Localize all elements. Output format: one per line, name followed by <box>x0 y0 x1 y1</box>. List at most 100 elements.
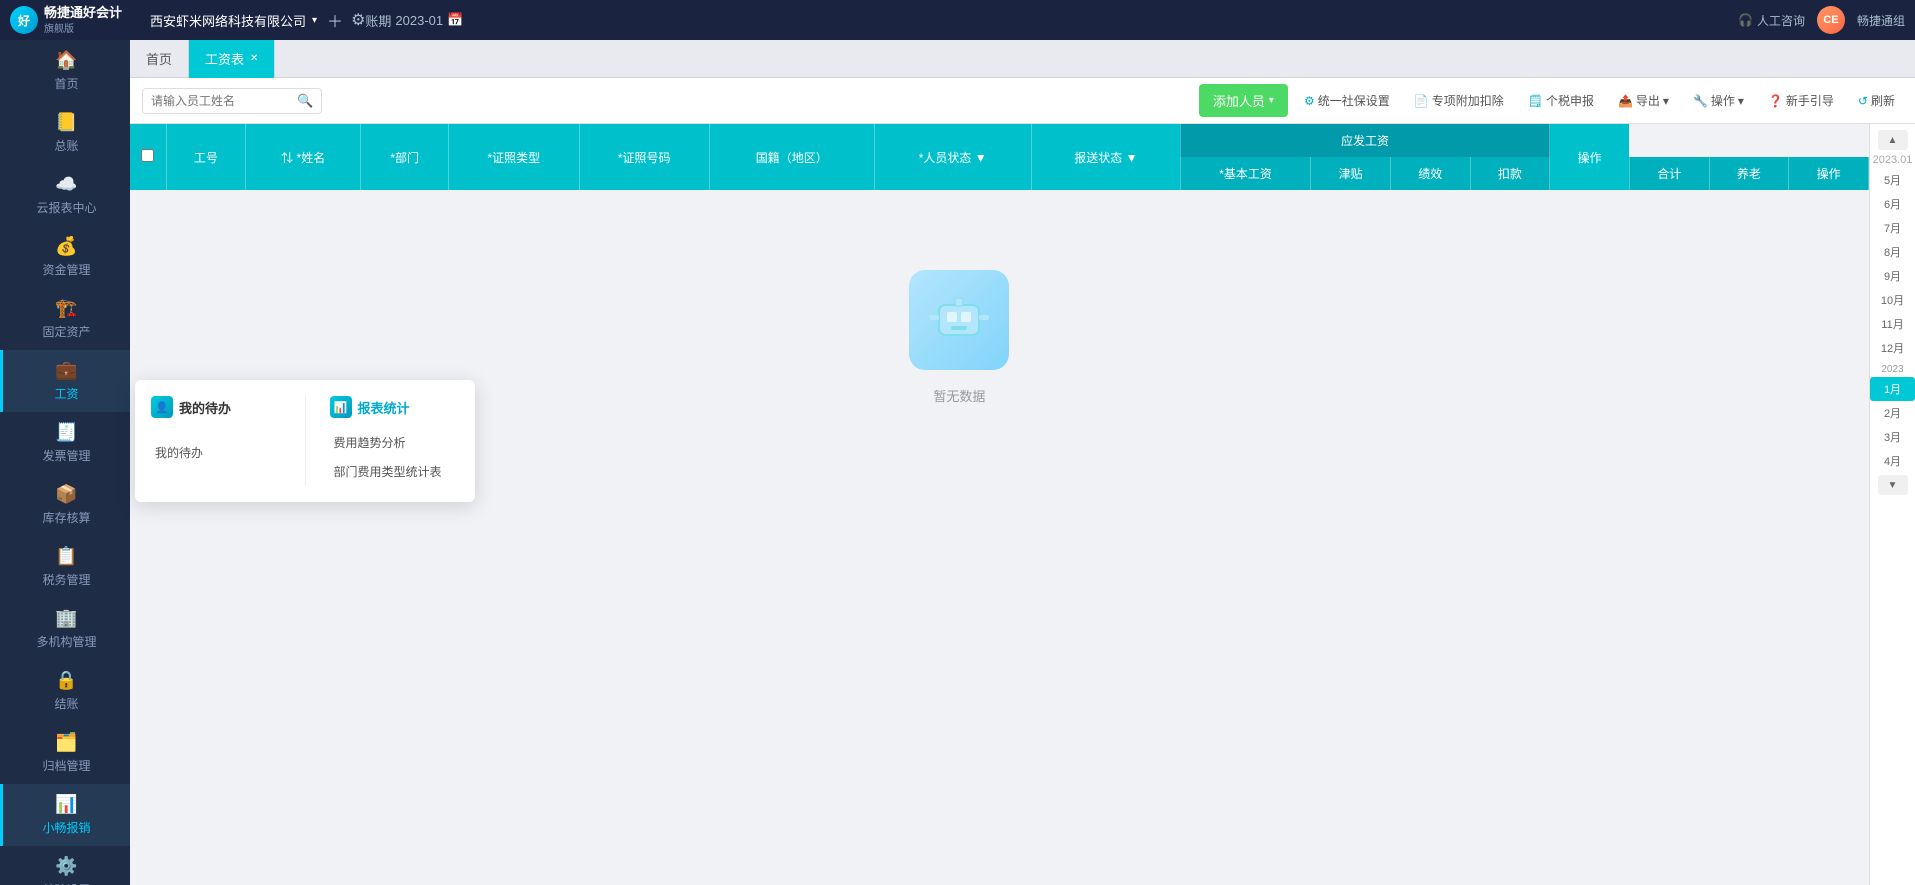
popup-menu: 👤 我的待办 我的待办 📊 报表统计 费用趋势分析 部门费用类型统计表 <box>135 380 475 502</box>
ledger-icon: 📒 <box>55 112 77 133</box>
todo-title: 我的待办 <box>179 398 231 417</box>
sidebar-item-closing[interactable]: 🔒 结账 <box>0 660 130 722</box>
empty-robot-svg <box>929 290 989 350</box>
col-performance: 绩效 <box>1390 157 1470 190</box>
reports-icon: 📊 <box>330 396 352 418</box>
sidebar-item-basic[interactable]: ⚙️ 基础设置 <box>0 846 130 885</box>
sidebar-item-salary[interactable]: 💼 工资 <box>0 350 130 412</box>
user-avatar: CE <box>1817 6 1845 34</box>
month-12[interactable]: 12月 <box>1870 336 1915 360</box>
calendar-icon[interactable]: 📅 <box>447 12 463 28</box>
month-9[interactable]: 9月 <box>1870 264 1915 288</box>
sidebar-label-cloud: 云报表中心 <box>36 199 96 216</box>
sidebar-item-inventory[interactable]: 📦 库存核算 <box>0 474 130 536</box>
report-item-2[interactable]: 部门费用类型统计表 <box>330 457 460 486</box>
sidebar-item-invoice[interactable]: 🧾 发票管理 <box>0 412 130 474</box>
month-6[interactable]: 6月 <box>1870 192 1915 216</box>
refresh-label: 刷新 <box>1871 92 1895 109</box>
social-security-btn[interactable]: ⚙ 统一社保设置 <box>1296 88 1398 113</box>
month-nav-down[interactable]: ▼ <box>1878 475 1908 495</box>
tax-report-btn[interactable]: 🗒 个税申报 <box>1520 88 1602 113</box>
empty-icon <box>909 270 1009 370</box>
col-base-salary: *基本工资 <box>1180 157 1310 190</box>
col-name: ⇅ *姓名 <box>246 124 361 190</box>
sidebar-label-home: 首页 <box>54 75 78 92</box>
export-label: 导出 <box>1636 92 1660 109</box>
empty-text: 暂无数据 <box>933 386 985 405</box>
tab-close-icon[interactable]: ✕ <box>250 53 258 64</box>
sidebar-item-archive[interactable]: 🗂️ 归档管理 <box>0 722 130 784</box>
todo-item-1[interactable]: 我的待办 <box>151 438 281 467</box>
month-10[interactable]: 10月 <box>1870 288 1915 312</box>
new-guide-btn[interactable]: ❓ 新手引导 <box>1760 88 1842 113</box>
add-person-label: 添加人员 <box>1213 91 1265 110</box>
sidebar-item-fund[interactable]: 💰 资金管理 <box>0 226 130 288</box>
sidebar-item-multi-org[interactable]: 🏢 多机构管理 <box>0 598 130 660</box>
logo-area: 好 畅捷通好会计 旗舰版 <box>10 5 140 36</box>
header-actions: ＋ ⚙ <box>327 8 365 32</box>
month-4[interactable]: 4月 <box>1870 449 1915 473</box>
report-item-1[interactable]: 费用趋势分析 <box>330 428 460 457</box>
operation-icon: 🔧 <box>1693 94 1708 108</box>
operation-btn[interactable]: 🔧 操作 ▾ <box>1685 88 1752 113</box>
select-all-checkbox[interactable] <box>141 149 154 162</box>
company-selector[interactable]: 西安虾米网络科技有限公司 ▾ <box>150 11 317 30</box>
sidebar-item-tax[interactable]: 📋 税务管理 <box>0 536 130 598</box>
export-icon: 📤 <box>1618 94 1633 108</box>
export-btn[interactable]: 📤 导出 ▾ <box>1610 88 1677 113</box>
tax-report-icon: 🗒 <box>1528 94 1543 108</box>
tab-home[interactable]: 首页 <box>130 40 189 78</box>
filter-icon2[interactable]: ▼ <box>1126 151 1138 165</box>
todo-icon: 👤 <box>151 396 173 418</box>
basic-icon: ⚙️ <box>55 856 77 877</box>
add-person-button[interactable]: 添加人员 ▾ <box>1199 84 1288 117</box>
month-sidebar: ▲ 2023.01 5月 6月 7月 8月 9月 10月 11月 12月 202… <box>1869 124 1915 885</box>
logo-icon: 好 <box>10 6 38 34</box>
special-deduct-btn[interactable]: 📄 专项附加扣除 <box>1406 88 1512 113</box>
add-button[interactable]: ＋ <box>327 8 343 32</box>
special-deduct-label: 专项附加扣除 <box>1432 92 1504 109</box>
home-icon: 🏠 <box>55 50 77 71</box>
logo-texts: 畅捷通好会计 旗舰版 <box>44 5 122 36</box>
add-person-chevron-icon: ▾ <box>1269 95 1274 106</box>
chevron-down-icon: ▾ <box>312 15 317 26</box>
month-8[interactable]: 8月 <box>1870 240 1915 264</box>
col-department: *部门 <box>361 124 449 190</box>
customer-service-label: 人工咨询 <box>1757 12 1805 29</box>
month-2[interactable]: 2月 <box>1870 401 1915 425</box>
toolbar: 🔍 添加人员 ▾ ⚙ 统一社保设置 📄 专项附加扣除 🗒 个税申报 📤 导出 <box>130 78 1915 124</box>
col-report-status: 报送状态 ▼ <box>1031 124 1180 190</box>
filter-icon[interactable]: ▼ <box>975 151 987 165</box>
month-11[interactable]: 11月 <box>1870 312 1915 336</box>
period-info: 账期 2023-01 📅 <box>365 11 463 30</box>
month-3[interactable]: 3月 <box>1870 425 1915 449</box>
export-chevron-icon: ▾ <box>1663 94 1669 108</box>
checkbox-header[interactable] <box>130 124 166 190</box>
month-7[interactable]: 7月 <box>1870 216 1915 240</box>
col-person-status: *人员状态 ▼ <box>874 124 1031 190</box>
operation-label: 操作 <box>1711 92 1735 109</box>
month-nav-up[interactable]: ▲ <box>1878 130 1908 150</box>
customer-service-btn[interactable]: 🎧 人工咨询 <box>1738 12 1805 29</box>
sidebar-item-cloud[interactable]: ☁️ 云报表中心 <box>0 164 130 226</box>
month-5[interactable]: 5月 <box>1870 168 1915 192</box>
logo-text: 畅捷通好会计 <box>44 5 122 21</box>
col-nationality: 国籍（地区） <box>709 124 874 190</box>
popup-section: 👤 我的待办 我的待办 📊 报表统计 费用趋势分析 部门费用类型统计表 <box>151 396 459 486</box>
tab-salary-sheet[interactable]: 工资表 ✕ <box>189 40 275 78</box>
refresh-btn[interactable]: ↺ 刷新 <box>1850 88 1903 113</box>
new-guide-icon: ❓ <box>1768 94 1783 108</box>
special-deduct-icon: 📄 <box>1414 94 1429 108</box>
settings-button[interactable]: ⚙ <box>351 10 365 30</box>
col-group-salary: 应发工资 <box>1180 124 1549 157</box>
sidebar-item-home[interactable]: 🏠 首页 <box>0 40 130 102</box>
sidebar-label-ledger: 总账 <box>54 137 78 154</box>
search-box[interactable]: 🔍 <box>142 88 322 114</box>
table-month-container: 工号 ⇅ *姓名 *部门 *证照类型 *证照号码 国籍（地区） *人员状态 ▼ <box>130 124 1915 885</box>
sidebar-item-ledger[interactable]: 📒 总账 <box>0 102 130 164</box>
logo-subtitle: 旗舰版 <box>44 20 122 35</box>
sidebar-item-xiaochang[interactable]: 📊 小畅报销 <box>0 784 130 846</box>
search-input[interactable] <box>151 94 291 108</box>
sidebar-item-assets[interactable]: 🏗️ 固定资产 <box>0 288 130 350</box>
month-1[interactable]: 1月 <box>1870 377 1915 401</box>
